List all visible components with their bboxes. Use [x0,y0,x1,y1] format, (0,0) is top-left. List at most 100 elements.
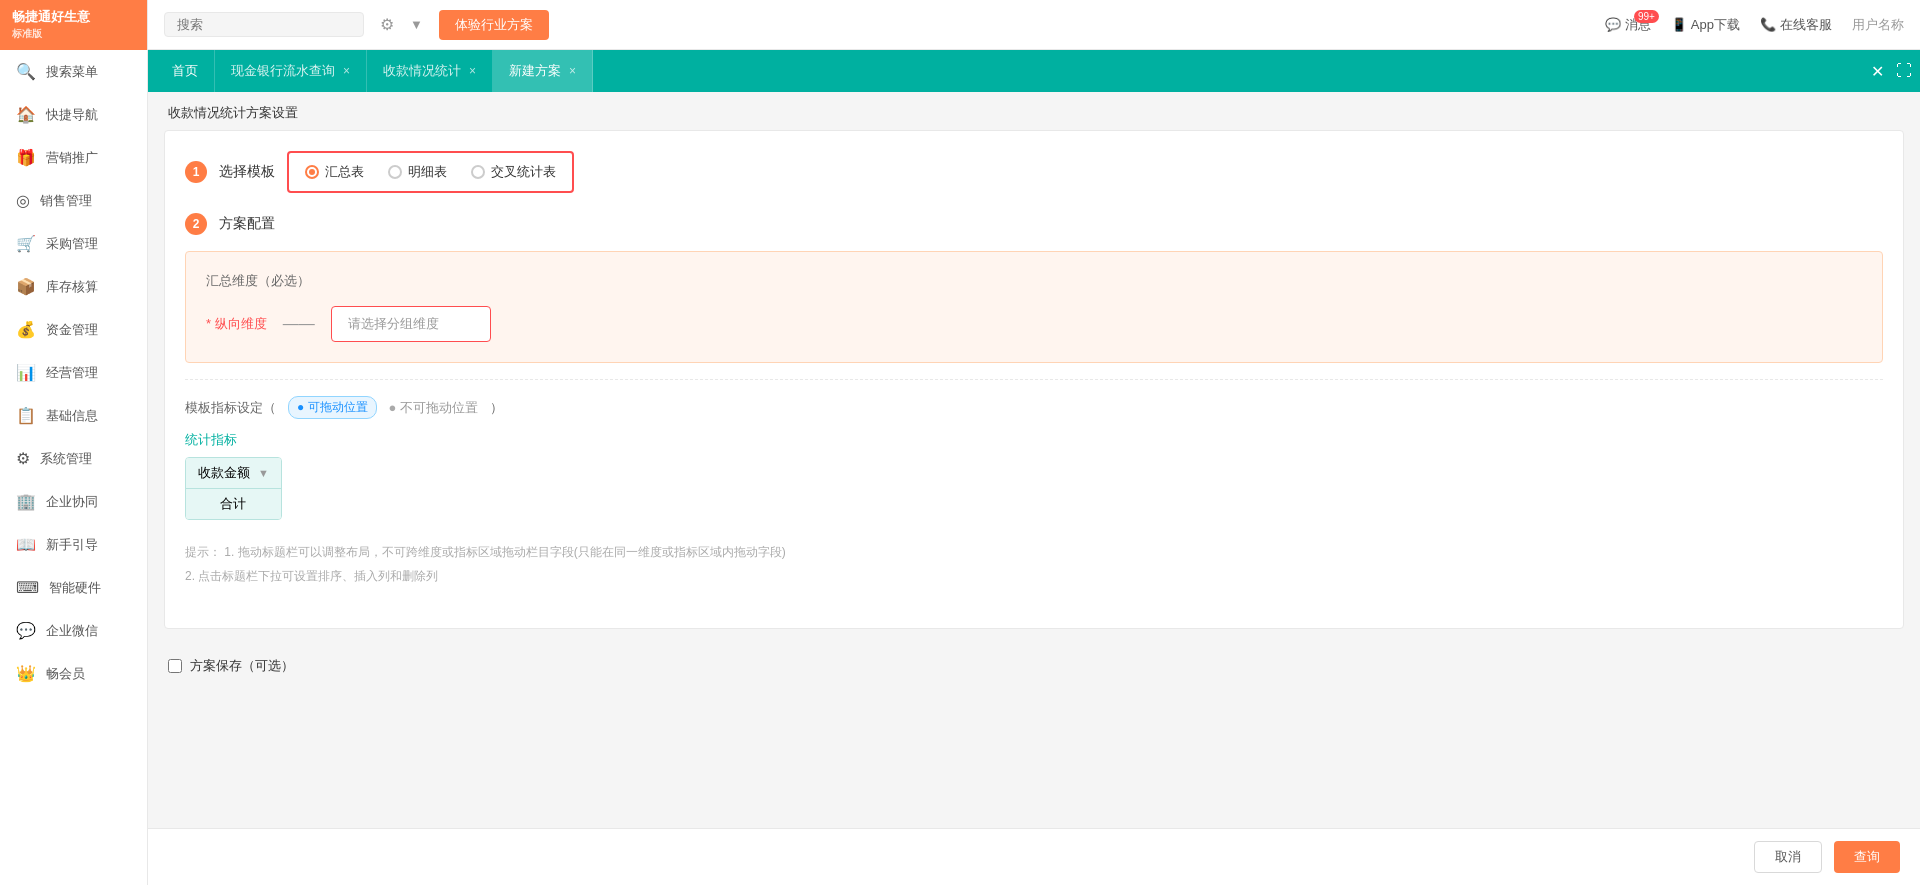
step2-title: 方案配置 [219,215,275,233]
metric-subtag-label: 合计 [220,496,246,511]
sidebar-item-label: 库存核算 [46,278,98,296]
sidebar-item-member[interactable]: 👑 畅会员 [0,652,147,695]
crown-icon: 👑 [16,664,36,683]
tab-close-icon[interactable]: ✕ [1871,62,1884,81]
breadcrumb: 收款情况统计方案设置 [168,105,298,120]
sidebar-item-marketing[interactable]: 🎁 营销推广 [0,136,147,179]
box-icon: 📦 [16,277,36,296]
tab-new-plan-close[interactable]: × [569,64,576,78]
search-input[interactable] [164,12,364,37]
footer-bar: 取消 查询 [148,828,1920,885]
dropdown-icon[interactable]: ▼ [410,17,423,32]
draggable-badge: ● 可拖动位置 [288,396,377,419]
metric-tag-label: 收款金额 [198,464,250,482]
sidebar-item-sales[interactable]: ◎ 销售管理 [0,179,147,222]
sidebar-item-label: 经营管理 [46,364,98,382]
metric-subtag-row[interactable]: 合计 [186,489,281,519]
tab-home-label: 首页 [172,62,198,80]
chat-icon: 💬 [16,621,36,640]
keyboard-icon: ⌨ [16,578,39,597]
sidebar-item-purchase[interactable]: 🛒 采购管理 [0,222,147,265]
sidebar-item-search[interactable]: 🔍 搜索菜单 [0,50,147,93]
step2-num: 2 [185,213,207,235]
sidebar-item-inventory[interactable]: 📦 库存核算 [0,265,147,308]
sidebar-item-label: 采购管理 [46,235,98,253]
list-icon: 📋 [16,406,36,425]
tab-bank-flow[interactable]: 现金银行流水查询 × [215,50,367,92]
user-name: 用户名称 [1852,17,1904,32]
tab-bank-flow-label: 现金银行流水查询 [231,62,335,80]
top-header: ⚙ ▼ 体验行业方案 💬 消息 99+ 📱 App下载 📞 在线客服 用户名称 [148,0,1920,50]
tab-bank-flow-close[interactable]: × [343,64,350,78]
logo-text: 畅捷通好生意 [12,9,90,25]
gift-icon: 🎁 [16,148,36,167]
sidebar-item-label: 智能硬件 [49,579,101,597]
template-options: 汇总表 明细表 交叉统计表 [287,151,574,193]
radio-detail[interactable]: 明细表 [388,163,447,181]
radio-detail-label: 明细表 [408,163,447,181]
sidebar-item-enterprise[interactable]: 🏢 企业协同 [0,480,147,523]
sidebar-item-basic-info[interactable]: 📋 基础信息 [0,394,147,437]
stats-label: 统计指标 [185,431,1883,449]
save-section: 方案保存（可选） [148,645,1920,687]
message-icon: 💬 [1605,17,1621,32]
metrics-title-suffix: ） [490,399,503,417]
cancel-button[interactable]: 取消 [1754,841,1822,873]
trial-button[interactable]: 体验行业方案 [439,10,549,40]
metric-tag-row[interactable]: 收款金额 ▼ [186,458,281,489]
book-icon: 📖 [16,535,36,554]
online-service[interactable]: 📞 在线客服 [1760,16,1832,34]
chart-icon: 📊 [16,363,36,382]
sidebar-item-label: 系统管理 [40,450,92,468]
tab-new-plan[interactable]: 新建方案 × [493,50,593,92]
tab-home[interactable]: 首页 [156,50,215,92]
hint-title: 提示： 1. 拖动标题栏可以调整布局，不可跨维度或指标区域拖动栏目字段(只能在同… [185,540,1883,564]
sidebar-item-label: 营销推广 [46,149,98,167]
dimension-select[interactable]: 请选择分组维度 [331,306,491,342]
money-icon: 💰 [16,320,36,339]
sidebar-item-operations[interactable]: 📊 经营管理 [0,351,147,394]
sidebar-item-funds[interactable]: 💰 资金管理 [0,308,147,351]
sidebar-item-quick-nav[interactable]: 🏠 快捷导航 [0,93,147,136]
sidebar-item-label: 新手引导 [46,536,98,554]
metrics-section: 模板指标设定（ ● 可拖动位置 ● 不可拖动位置 ） 统计指标 [185,379,1883,520]
sidebar-item-smart-hw[interactable]: ⌨ 智能硬件 [0,566,147,609]
radio-cross[interactable]: 交叉统计表 [471,163,556,181]
service-icon: 📞 [1760,17,1776,32]
header-right: 💬 消息 99+ 📱 App下载 📞 在线客服 用户名称 [1605,16,1904,34]
dimension-title: 汇总维度（必选） [206,272,1862,290]
sales-icon: ◎ [16,191,30,210]
tab-payment-stats-close[interactable]: × [469,64,476,78]
hint2: 2. 点击标题栏下拉可设置排序、插入列和删除列 [185,564,1883,588]
page-content: 收款情况统计方案设置 1 选择模板 汇总表 明细表 [148,92,1920,828]
radio-cross-label: 交叉统计表 [491,163,556,181]
radio-summary[interactable]: 汇总表 [305,163,364,181]
sidebar-item-wechat[interactable]: 💬 企业微信 [0,609,147,652]
cart-icon: 🛒 [16,234,36,253]
radio-summary-label: 汇总表 [325,163,364,181]
tab-payment-stats[interactable]: 收款情况统计 × [367,50,493,92]
draggable-dot: ● [297,400,304,414]
metrics-header: 模板指标设定（ ● 可拖动位置 ● 不可拖动位置 ） [185,396,1883,419]
sidebar-item-system[interactable]: ⚙ 系统管理 [0,437,147,480]
save-label: 方案保存（可选） [190,657,294,675]
sidebar: 畅捷通好生意 标准版 🔍 搜索菜单 🏠 快捷导航 🎁 营销推广 ◎ 销售管理 🛒… [0,0,148,885]
settings-icon[interactable]: ⚙ [380,15,394,34]
step2-section: 2 方案配置 汇总维度（必选） * 纵向维度 —— 请选择分组维度 [185,213,1883,588]
query-button[interactable]: 查询 [1834,841,1900,873]
page-header: 收款情况统计方案设置 [148,92,1920,130]
app-download[interactable]: 📱 App下载 [1671,16,1740,34]
sidebar-item-label: 畅会员 [46,665,85,683]
sidebar-item-label: 企业协同 [46,493,98,511]
home-icon: 🏠 [16,105,36,124]
logo-edition: 标准版 [12,27,90,41]
step1-section: 1 选择模板 汇总表 明细表 交叉统计表 [185,151,1883,193]
tab-expand-icon[interactable]: ⛶ [1896,62,1912,81]
sidebar-item-beginner[interactable]: 📖 新手引导 [0,523,147,566]
save-checkbox[interactable] [168,659,182,673]
form-card: 1 选择模板 汇总表 明细表 交叉统计表 [164,130,1904,629]
dimension-select-placeholder: 请选择分组维度 [348,316,439,331]
dimension-row: * 纵向维度 —— 请选择分组维度 [206,306,1862,342]
sidebar-item-label: 基础信息 [46,407,98,425]
notification-badge[interactable]: 💬 消息 99+ [1605,16,1651,34]
